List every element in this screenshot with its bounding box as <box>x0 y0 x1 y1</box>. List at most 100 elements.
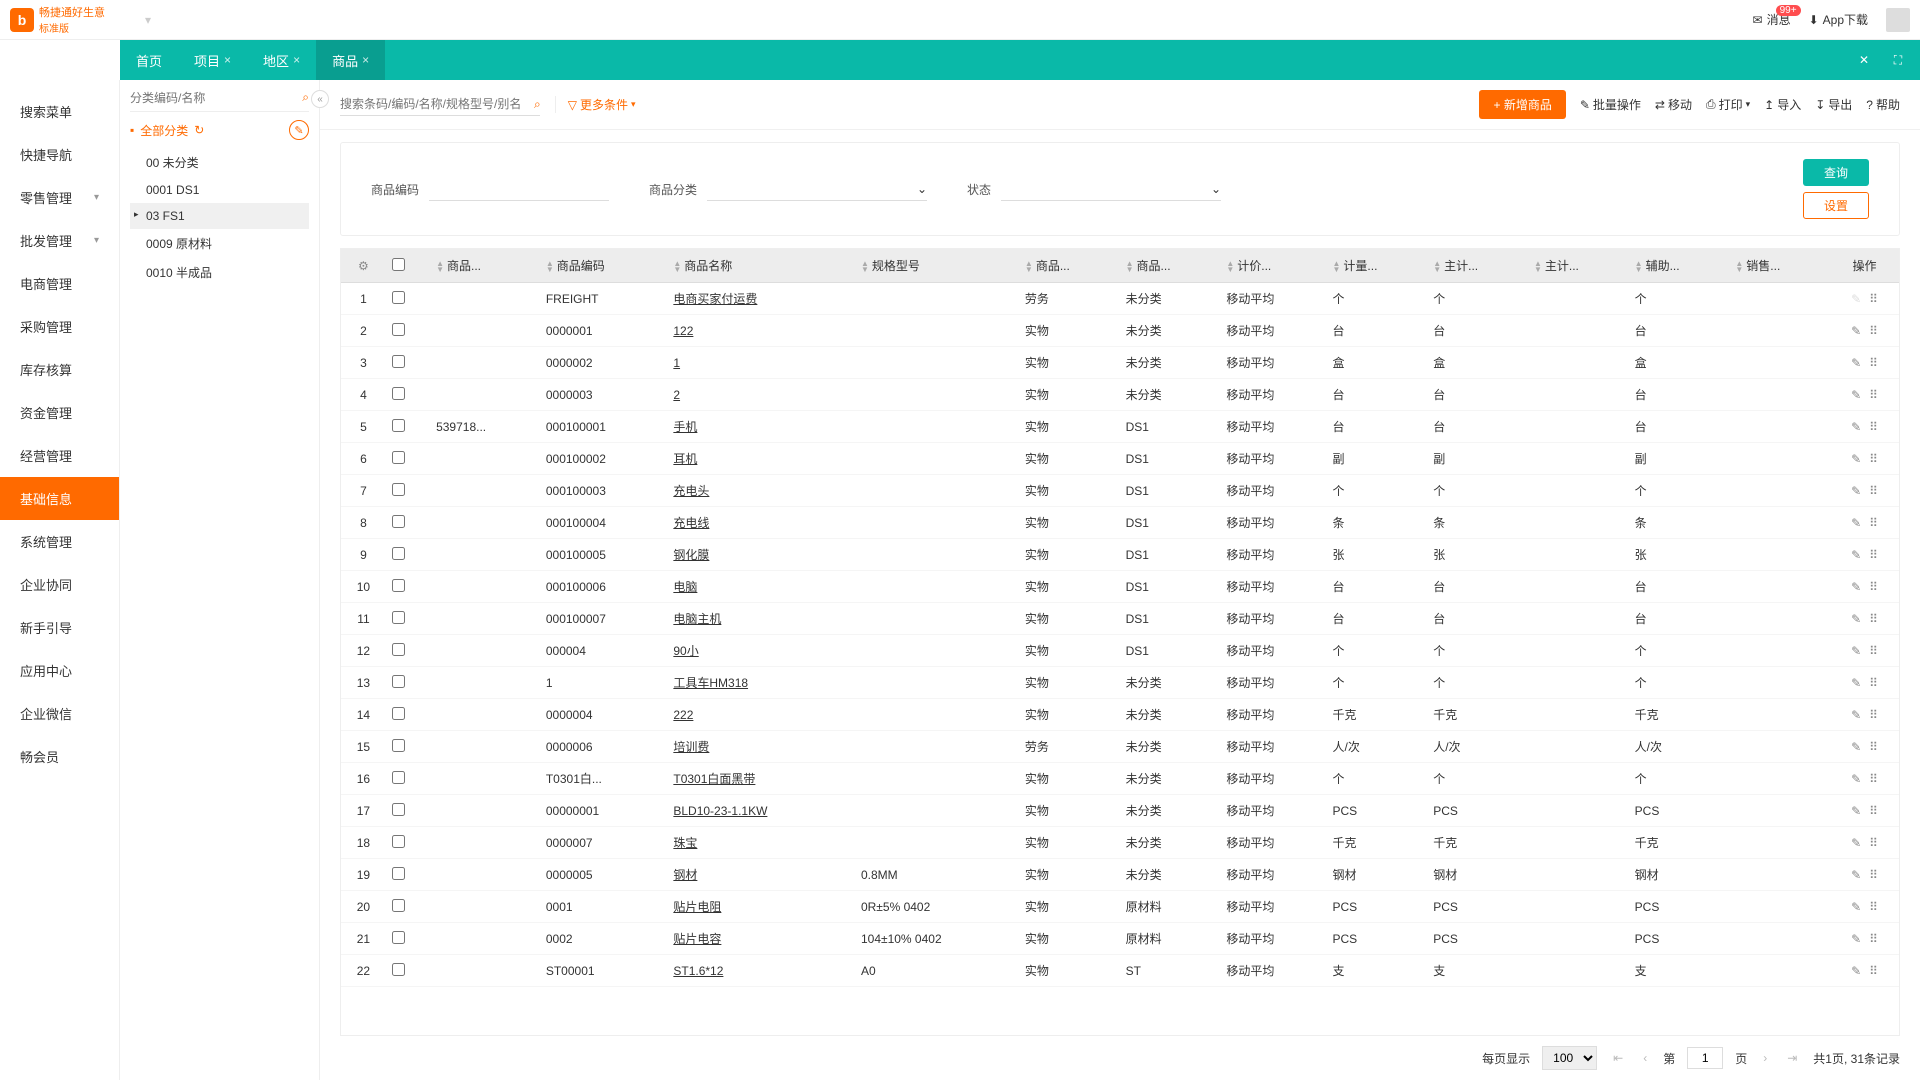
search-icon[interactable]: ⌕ <box>534 97 541 112</box>
sidebar-item-企业协同[interactable]: 企业协同 <box>0 563 119 606</box>
more-icon[interactable]: ⠿ <box>1869 548 1878 562</box>
sidebar-item-资金管理[interactable]: 资金管理 <box>0 391 119 434</box>
cell-name-link[interactable]: 充电头 <box>667 475 855 507</box>
cell-name-link[interactable]: BLD10-23-1.1KW <box>667 795 855 827</box>
cell-name-link[interactable]: 充电线 <box>667 507 855 539</box>
row-checkbox[interactable] <box>386 955 430 987</box>
sidebar-item-基础信息[interactable]: 基础信息 <box>0 477 119 520</box>
more-icon[interactable]: ⠿ <box>1869 836 1878 850</box>
edit-icon[interactable]: ✎ <box>1851 676 1861 690</box>
cell-name-link[interactable]: 手机 <box>667 411 855 443</box>
category-item[interactable]: 0001 DS1 <box>130 177 309 203</box>
column-header[interactable]: ▲▼辅助... <box>1629 249 1730 283</box>
first-page-button[interactable]: ⇤ <box>1609 1051 1627 1065</box>
cell-name-link[interactable]: 钢材 <box>667 859 855 891</box>
sidebar-item-企业微信[interactable]: 企业微信 <box>0 692 119 735</box>
edit-icon[interactable]: ✎ <box>1851 292 1861 306</box>
import-button[interactable]: ↥导入 <box>1764 96 1801 113</box>
sidebar-item-零售管理[interactable]: 零售管理▾ <box>0 176 119 219</box>
edit-icon[interactable]: ✎ <box>1851 804 1861 818</box>
app-download-button[interactable]: ⬇ App下载 <box>1809 11 1868 28</box>
close-icon[interactable]: × <box>362 53 369 67</box>
move-button[interactable]: ⇄移动 <box>1655 96 1692 113</box>
more-icon[interactable]: ⠿ <box>1869 644 1878 658</box>
more-icon[interactable]: ⠿ <box>1869 356 1878 370</box>
batch-operation-button[interactable]: ✎批量操作 <box>1580 96 1641 113</box>
filter-category-select[interactable]: ⌄ <box>707 178 927 201</box>
more-filter-button[interactable]: ▽ 更多条件 ▾ <box>555 96 636 113</box>
cell-name-link[interactable]: 工具车HM318 <box>667 667 855 699</box>
row-checkbox[interactable] <box>386 891 430 923</box>
cell-name-link[interactable]: 电脑主机 <box>667 603 855 635</box>
cell-name-link[interactable]: 1 <box>667 347 855 379</box>
edit-icon[interactable]: ✎ <box>1851 772 1861 786</box>
collapse-panel-button[interactable]: « <box>311 90 329 108</box>
sidebar-item-采购管理[interactable]: 采购管理 <box>0 305 119 348</box>
query-button[interactable]: 查询 <box>1803 159 1869 186</box>
cell-name-link[interactable]: 钢化膜 <box>667 539 855 571</box>
more-icon[interactable]: ⠿ <box>1869 292 1878 306</box>
cell-name-link[interactable]: 培训费 <box>667 731 855 763</box>
more-icon[interactable]: ⠿ <box>1869 484 1878 498</box>
row-checkbox[interactable] <box>386 667 430 699</box>
row-checkbox[interactable] <box>386 859 430 891</box>
cell-name-link[interactable]: 耳机 <box>667 443 855 475</box>
more-icon[interactable]: ⠿ <box>1869 612 1878 626</box>
more-icon[interactable]: ⠿ <box>1869 964 1878 978</box>
edit-icon[interactable]: ✎ <box>1851 356 1861 370</box>
more-icon[interactable]: ⠿ <box>1869 676 1878 690</box>
header-dropdown[interactable]: ▾ <box>105 13 1753 27</box>
category-item[interactable]: 0009 原材料 <box>130 229 309 258</box>
help-button[interactable]: ?帮助 <box>1866 96 1900 113</box>
cell-name-link[interactable]: ST1.6*12 <box>667 955 855 987</box>
edit-icon[interactable]: ✎ <box>1851 484 1861 498</box>
fullscreen-button[interactable]: ⛶ <box>1886 48 1910 72</box>
row-checkbox[interactable] <box>386 379 430 411</box>
column-header[interactable]: ▲▼商品编码 <box>540 249 668 283</box>
cell-name-link[interactable]: 贴片电容 <box>667 923 855 955</box>
cell-name-link[interactable]: 122 <box>667 315 855 347</box>
column-header[interactable]: ▲▼商品... <box>1120 249 1221 283</box>
sidebar-item-电商管理[interactable]: 电商管理 <box>0 262 119 305</box>
product-search-input[interactable] <box>340 93 540 116</box>
more-icon[interactable]: ⠿ <box>1869 708 1878 722</box>
more-icon[interactable]: ⠿ <box>1869 740 1878 754</box>
row-checkbox[interactable] <box>386 283 430 315</box>
edit-icon[interactable]: ✎ <box>1851 388 1861 402</box>
column-header[interactable]: ▲▼商品... <box>430 249 540 283</box>
sidebar-item-新手引导[interactable]: 新手引导 <box>0 606 119 649</box>
cell-name-link[interactable]: 222 <box>667 699 855 731</box>
more-icon[interactable]: ⠿ <box>1869 772 1878 786</box>
tab-地区[interactable]: 地区× <box>247 40 316 80</box>
next-page-button[interactable]: › <box>1759 1051 1771 1065</box>
more-icon[interactable]: ⠿ <box>1869 580 1878 594</box>
filter-status-select[interactable]: ⌄ <box>1001 178 1221 201</box>
sidebar-item-应用中心[interactable]: 应用中心 <box>0 649 119 692</box>
tab-商品[interactable]: 商品× <box>316 40 385 80</box>
more-icon[interactable]: ⠿ <box>1869 452 1878 466</box>
column-header[interactable]: ▲▼主计... <box>1427 249 1528 283</box>
cell-name-link[interactable]: 电脑 <box>667 571 855 603</box>
cell-name-link[interactable]: 珠宝 <box>667 827 855 859</box>
export-button[interactable]: ↧导出 <box>1815 96 1852 113</box>
last-page-button[interactable]: ⇥ <box>1783 1051 1801 1065</box>
close-icon[interactable]: × <box>293 53 300 67</box>
sidebar-item-快捷导航[interactable]: 快捷导航 <box>0 133 119 176</box>
column-header[interactable]: ▲▼主计... <box>1528 249 1629 283</box>
row-checkbox[interactable] <box>386 923 430 955</box>
row-checkbox[interactable] <box>386 699 430 731</box>
more-icon[interactable]: ⠿ <box>1869 868 1878 882</box>
sidebar-item-畅会员[interactable]: 畅会员 <box>0 735 119 778</box>
tab-项目[interactable]: 项目× <box>178 40 247 80</box>
category-item[interactable]: 0010 半成品 <box>130 258 309 287</box>
more-icon[interactable]: ⠿ <box>1869 388 1878 402</box>
new-product-button[interactable]: + 新增商品 <box>1479 90 1565 119</box>
row-checkbox[interactable] <box>386 315 430 347</box>
row-checkbox[interactable] <box>386 347 430 379</box>
category-item[interactable]: 00 未分类 <box>130 148 309 177</box>
sidebar-item-批发管理[interactable]: 批发管理▾ <box>0 219 119 262</box>
category-edit-button[interactable]: ✎ <box>289 120 309 140</box>
more-icon[interactable]: ⠿ <box>1869 516 1878 530</box>
filter-code-input[interactable] <box>429 177 609 201</box>
cell-name-link[interactable]: 90小 <box>667 635 855 667</box>
